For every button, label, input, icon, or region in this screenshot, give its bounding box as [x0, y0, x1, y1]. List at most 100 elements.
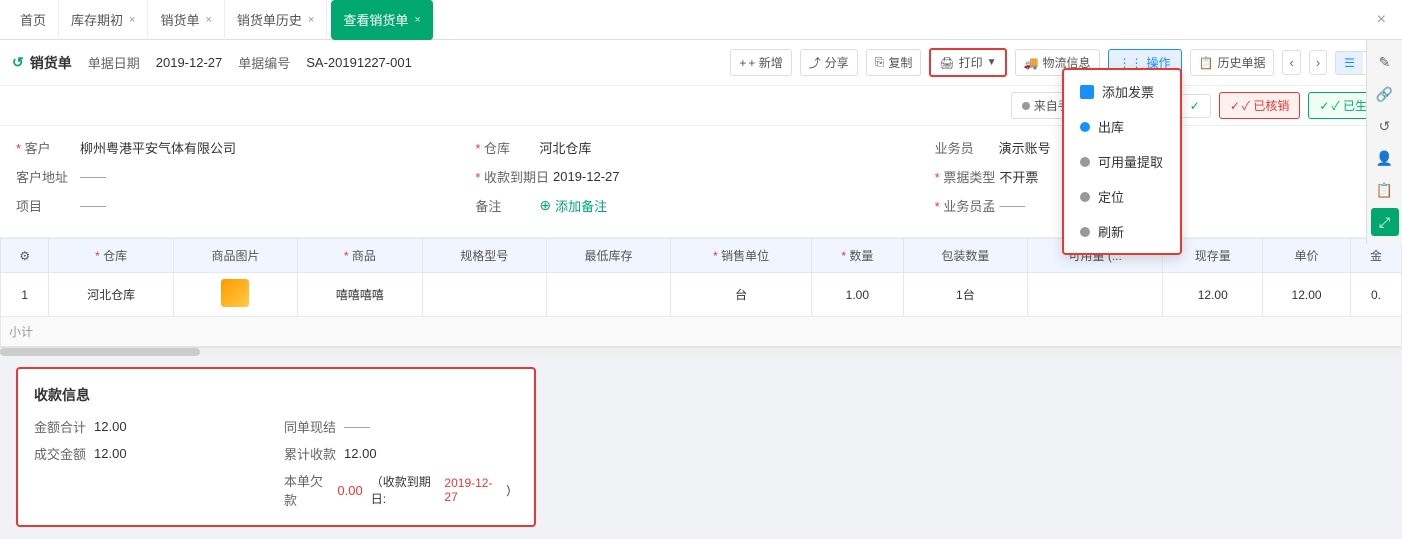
- dropdown-locate[interactable]: 定位: [1064, 179, 1180, 214]
- tab-inventory[interactable]: 库存期初 ×: [59, 0, 148, 40]
- arrears-item: 本单欠款 0.00 （收款到期日: 2019-12-27）: [284, 471, 518, 509]
- sidebar-expand-icon[interactable]: ⤢: [1371, 208, 1399, 236]
- doc-date-label: 单据日期: [88, 53, 140, 72]
- arrears-value: 0.00: [337, 483, 362, 498]
- transaction-label: 成交金额: [34, 444, 86, 463]
- product-image: [221, 279, 249, 307]
- cell-amount: 0.: [1350, 273, 1401, 317]
- tab-sales-history-close[interactable]: ×: [308, 14, 314, 26]
- add-note-button[interactable]: ⊕ 添加备注: [539, 196, 607, 215]
- same-order-label: 同单现结: [284, 417, 336, 436]
- arrears-date: 2019-12-27: [444, 476, 498, 504]
- total-item: 金额合计 12.00: [34, 417, 268, 436]
- tab-home[interactable]: 首页: [8, 0, 59, 40]
- outbound-icon: [1080, 122, 1090, 132]
- tab-sales-close[interactable]: ×: [205, 14, 211, 26]
- scroll-thumb[interactable]: [0, 348, 200, 356]
- doc-date-value: 2019-12-27: [156, 55, 223, 70]
- dropdown-refresh[interactable]: 刷新: [1064, 214, 1180, 249]
- history-button[interactable]: 📋 历史单据: [1190, 49, 1275, 76]
- subtotal-row: 小计: [1, 317, 1402, 347]
- available-qty-icon: [1080, 157, 1090, 167]
- new-button[interactable]: + + 新增: [730, 49, 791, 76]
- doc-title-text: 销货单: [30, 53, 72, 73]
- col-unit: 销售单位: [671, 239, 812, 273]
- cumulative-item: 累计收款 12.00: [284, 444, 518, 463]
- data-table-container: ⚙ 仓库 商品图片 商品 规格型号 最低库存 销售单位 数量 包装数量 可用量 …: [0, 238, 1402, 347]
- operation-dropdown-menu: 添加发票 出库 可用量提取 定位 刷新: [1062, 68, 1182, 255]
- tab-view-sales[interactable]: 查看销货单 ×: [331, 0, 433, 40]
- confirm-button[interactable]: ✓: [1179, 94, 1211, 118]
- total-label: 金额合计: [34, 417, 86, 436]
- cell-min-stock: [546, 273, 670, 317]
- doc-title-group: ↺ 销货单: [12, 53, 72, 73]
- cell-pack-qty: 1台: [903, 273, 1027, 317]
- doc-no-value: SA-20191227-001: [306, 55, 412, 70]
- cell-product: 嘻嘻嘻嘻: [298, 273, 422, 317]
- warehouse-field: 仓库 河北仓库: [475, 138, 926, 157]
- phone-dot-icon: [1022, 102, 1030, 110]
- doc-info: ↺ 销货单 单据日期 2019-12-27 单据编号 SA-20191227-0…: [12, 53, 412, 73]
- confirm-icon: ✓: [1190, 99, 1200, 113]
- tab-sales[interactable]: 销货单 ×: [148, 0, 224, 40]
- horizontal-scrollbar[interactable]: [0, 347, 1402, 355]
- sidebar-refresh-icon[interactable]: ↺: [1371, 112, 1399, 140]
- col-settings[interactable]: ⚙: [1, 239, 49, 273]
- add-invoice-label: 添加发票: [1102, 82, 1154, 101]
- share-button[interactable]: ⤴ 分享: [800, 49, 858, 76]
- cell-no: 1: [1, 273, 49, 317]
- customer-value: 柳州粤港平安气体有限公司: [80, 138, 236, 157]
- locate-label: 定位: [1098, 187, 1124, 206]
- dropdown-available-qty[interactable]: 可用量提取: [1064, 144, 1180, 179]
- doc-header: ↺ 销货单 单据日期 2019-12-27 单据编号 SA-20191227-0…: [0, 40, 1402, 86]
- new-icon: +: [739, 56, 746, 70]
- copy-icon: ⎘: [875, 55, 885, 70]
- cell-unit-price: 12.00: [1263, 273, 1351, 317]
- staff2-label: 业务员孟: [935, 196, 996, 215]
- dropdown-add-invoice[interactable]: 添加发票: [1064, 74, 1180, 109]
- window-close-button[interactable]: ×: [1369, 11, 1394, 29]
- staff-value: 演示账号: [999, 138, 1051, 157]
- right-sidebar: ✎ 🔗 ↺ 👤 📋 ⤢: [1366, 40, 1402, 244]
- staff2-value: ——: [999, 198, 1025, 213]
- outbound-label: 出库: [1098, 117, 1124, 136]
- locate-icon: [1080, 192, 1090, 202]
- sidebar-link-icon[interactable]: 🔗: [1371, 80, 1399, 108]
- effective-check-icon: ✓: [1319, 99, 1329, 113]
- payment-title: 收款信息: [34, 385, 518, 405]
- cumulative-label: 累计收款: [284, 444, 336, 463]
- logistics-icon: 🚚: [1024, 56, 1039, 70]
- print-dropdown-icon: ▼: [987, 57, 997, 68]
- customer-field: 客户 柳州粤港平安气体有限公司: [16, 138, 467, 157]
- tab-sales-history[interactable]: 销货单历史 ×: [225, 0, 327, 40]
- add-invoice-icon: [1080, 85, 1094, 99]
- print-button[interactable]: 🖨 打印 ▼: [929, 48, 1006, 77]
- subtotal-label: 小计: [1, 317, 1402, 347]
- sold-button[interactable]: ✓ ✓ 已核销: [1219, 92, 1301, 119]
- col-product: 商品: [298, 239, 422, 273]
- due-date-label: 收款到期日: [475, 167, 549, 186]
- arrears-note: （收款到期日:: [371, 473, 437, 507]
- sidebar-document-icon[interactable]: 📋: [1371, 176, 1399, 204]
- col-image: 商品图片: [173, 239, 297, 273]
- tab-inventory-close[interactable]: ×: [129, 14, 135, 26]
- share-icon: ⤴: [809, 54, 821, 71]
- print-icon: 🖨: [939, 56, 954, 70]
- warehouse-label: 仓库: [475, 138, 535, 157]
- address-label: 客户地址: [16, 167, 76, 186]
- tab-view-sales-close[interactable]: ×: [414, 14, 420, 26]
- dropdown-outbound[interactable]: 出库: [1064, 109, 1180, 144]
- col-unit-price: 单价: [1263, 239, 1351, 273]
- sidebar-edit-icon[interactable]: ✎: [1371, 48, 1399, 76]
- col-qty: 数量: [811, 239, 903, 273]
- same-order-value: ——: [344, 419, 370, 434]
- next-button[interactable]: ›: [1309, 50, 1327, 75]
- col-min-stock: 最低库存: [546, 239, 670, 273]
- prev-button[interactable]: ‹: [1282, 50, 1300, 75]
- same-order-item: 同单现结 ——: [284, 417, 518, 436]
- copy-button[interactable]: ⎘ 复制: [866, 49, 922, 76]
- list-view-button[interactable]: ☰: [1336, 52, 1363, 74]
- cumulative-value: 12.00: [344, 446, 377, 461]
- sidebar-user-icon[interactable]: 👤: [1371, 144, 1399, 172]
- table-header-row: ⚙ 仓库 商品图片 商品 规格型号 最低库存 销售单位 数量 包装数量 可用量 …: [1, 239, 1402, 273]
